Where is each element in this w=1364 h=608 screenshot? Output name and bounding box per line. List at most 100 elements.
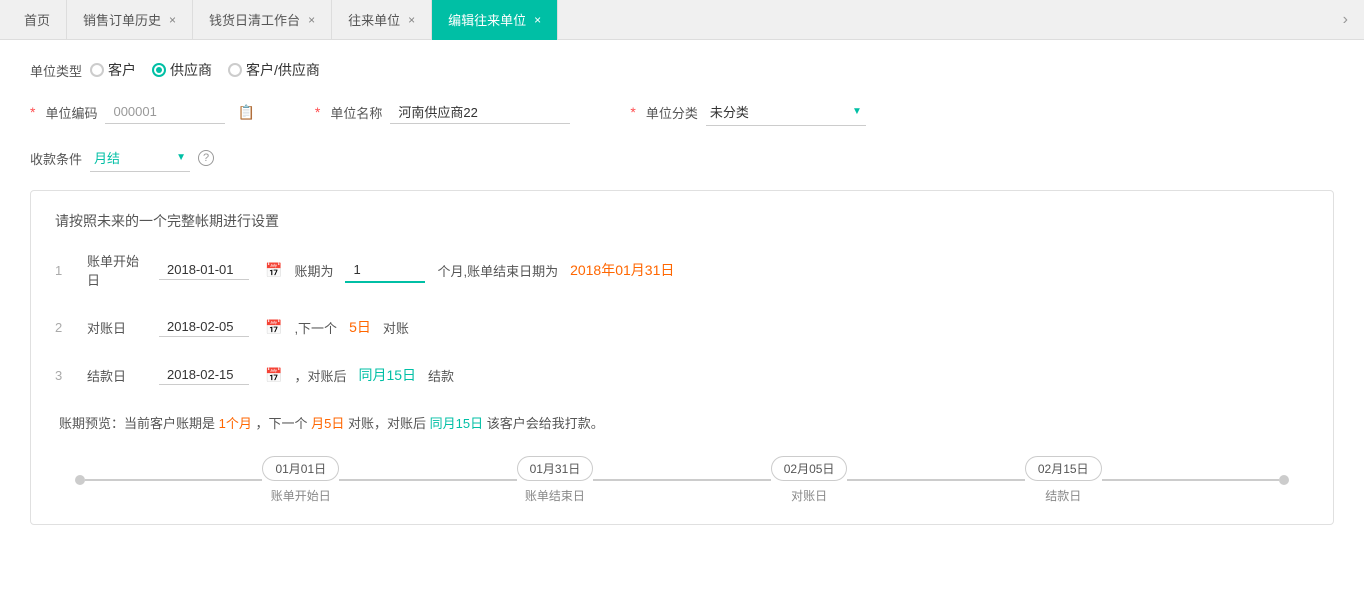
unit-code-group: * 单位编码 📋: [30, 100, 255, 124]
unit-name-required: *: [315, 104, 320, 120]
tab-home[interactable]: 首页: [8, 0, 67, 40]
period-date-1: 2018-01-01: [159, 260, 249, 280]
radio-supplier[interactable]: 供应商: [152, 60, 212, 80]
tab-edit-partner-close[interactable]: ×: [534, 13, 541, 27]
preview-connector2: 对账，对账后: [348, 416, 426, 431]
tab-bar: 首页 销售订单历史 × 钱货日清工作台 × 往来单位 × 编辑往来单位 × ›: [0, 0, 1364, 40]
preview-connector1: ，下一个: [256, 416, 308, 431]
timeline-label-2: 账单结束日: [525, 487, 585, 504]
payment-terms-label: 收款条件: [30, 149, 82, 168]
radio-customer[interactable]: 客户: [90, 60, 136, 80]
period-desc-suffix-1: 个月,账单结束日期为: [437, 261, 558, 280]
payment-terms-dropdown[interactable]: 月结 ▼: [90, 144, 190, 172]
radio-customer-label: 客户: [108, 60, 136, 80]
period-desc-2b: 对账: [383, 318, 409, 337]
timeline-label-1: 账单开始日: [271, 487, 331, 504]
payment-terms-row: 收款条件 月结 ▼ ?: [30, 144, 1334, 172]
unit-category-required: *: [630, 104, 635, 120]
unit-info-row: * 单位编码 📋 * 单位名称 * 单位分类 未分类 ▼: [30, 98, 1334, 126]
period-desc-3b: 结款: [428, 366, 454, 385]
payment-terms-group: 收款条件 月结 ▼ ?: [30, 144, 214, 172]
tab-cash-workbench[interactable]: 钱货日清工作台 ×: [193, 0, 332, 40]
period-value-input[interactable]: [345, 258, 425, 283]
period-label-1: 账单开始日: [87, 251, 147, 289]
period-payment-day-highlight: 同月15日: [358, 365, 416, 385]
period-desc-3a: ，对账后: [294, 366, 346, 385]
preview-part3: 同月15日: [430, 416, 483, 431]
radio-customer-supplier-circle: [228, 63, 242, 77]
period-calendar-icon-3[interactable]: 📅: [265, 367, 282, 384]
tab-partners-label: 往来单位: [348, 10, 400, 29]
tab-sales-history[interactable]: 销售订单历史 ×: [67, 0, 193, 40]
timeline-badge-4: 02月15日: [1025, 456, 1102, 481]
timeline-badge-3: 02月05日: [771, 456, 848, 481]
period-instruction: 请按照未来的一个完整帐期进行设置: [55, 211, 1309, 231]
period-label-3: 结款日: [87, 366, 147, 385]
preview-suffix: 该客户会给我打款。: [487, 416, 604, 431]
tab-partners-close[interactable]: ×: [408, 13, 415, 27]
period-num-2: 2: [55, 320, 75, 335]
unit-code-input[interactable]: [105, 100, 225, 124]
tab-edit-partner[interactable]: 编辑往来单位 ×: [432, 0, 558, 40]
period-reconcile-day-highlight: 5日: [349, 317, 371, 337]
unit-type-label: 单位类型: [30, 61, 82, 80]
unit-category-arrow-icon: ▼: [852, 106, 862, 117]
period-row-1: 1 账单开始日 2018-01-01 📅 账期为 个月,账单结束日期为 2018…: [55, 251, 1309, 289]
tab-sales-history-label: 销售订单历史: [83, 10, 161, 29]
period-desc-2a: ,下一个: [294, 318, 337, 337]
unit-code-icon[interactable]: 📋: [237, 104, 254, 121]
unit-category-dropdown[interactable]: 未分类 ▼: [706, 98, 866, 126]
tab-sales-history-close[interactable]: ×: [169, 13, 176, 27]
radio-supplier-circle: [152, 63, 166, 77]
tab-cash-workbench-label: 钱货日清工作台: [209, 10, 300, 29]
unit-type-row: 单位类型 客户 供应商 客户/供应商: [30, 60, 1334, 80]
radio-customer-circle: [90, 63, 104, 77]
unit-name-input[interactable]: [390, 100, 570, 124]
preview-part1: 1个月: [219, 416, 252, 431]
payment-terms-value: 月结: [94, 148, 172, 167]
timeline-start-dot: [75, 475, 85, 485]
timeline-node-3: 02月05日 对账日: [771, 456, 848, 504]
preview-part2: 月5日: [311, 416, 344, 431]
timeline-line-2: [339, 479, 516, 481]
tab-edit-partner-label: 编辑往来单位: [448, 10, 526, 29]
timeline-end-dot: [1279, 475, 1289, 485]
period-end-date-highlight: 2018年01月31日: [570, 260, 674, 280]
period-row-3: 3 结款日 2018-02-15 📅 ，对账后 同月15日 结款: [55, 365, 1309, 385]
timeline-label-4: 结款日: [1045, 487, 1081, 504]
timeline-node-2: 01月31日 账单结束日: [517, 456, 594, 504]
tab-home-label: 首页: [24, 10, 50, 29]
unit-code-label: 单位编码: [45, 103, 97, 122]
unit-type-group: 单位类型 客户 供应商 客户/供应商: [30, 60, 320, 80]
unit-category-value: 未分类: [710, 102, 848, 121]
payment-terms-help-icon[interactable]: ?: [198, 150, 214, 166]
timeline-line-5: [1102, 479, 1279, 481]
timeline: 01月01日 账单开始日 01月31日 账单结束日 02月05日 对账日: [75, 456, 1289, 504]
period-num-1: 1: [55, 263, 75, 278]
radio-customer-supplier-label: 客户/供应商: [246, 60, 320, 80]
unit-code-required: *: [30, 104, 35, 120]
preview-section: 账期预览：当前客户账期是 1个月 ，下一个 月5日 对账，对账后 同月15日 该…: [55, 413, 1309, 432]
timeline-line-1: [85, 479, 262, 481]
tab-cash-workbench-close[interactable]: ×: [308, 13, 315, 27]
period-row-2: 2 对账日 2018-02-05 📅 ,下一个 5日 对账: [55, 317, 1309, 337]
timeline-badge-2: 01月31日: [517, 456, 594, 481]
timeline-wrapper: 01月01日 账单开始日 01月31日 账单结束日 02月05日 对账日: [55, 456, 1309, 504]
tab-partners[interactable]: 往来单位 ×: [332, 0, 432, 40]
period-card: 请按照未来的一个完整帐期进行设置 1 账单开始日 2018-01-01 📅 账期…: [30, 190, 1334, 525]
radio-customer-supplier[interactable]: 客户/供应商: [228, 60, 320, 80]
tab-more-button[interactable]: ›: [1335, 11, 1356, 29]
preview-label: 账期预览：当前客户账期是: [59, 416, 215, 431]
period-calendar-icon-1[interactable]: 📅: [265, 262, 282, 279]
timeline-node-1: 01月01日 账单开始日: [262, 456, 339, 504]
timeline-line-4: [847, 479, 1024, 481]
period-desc-prefix-1: 账期为: [294, 261, 333, 280]
unit-category-group: * 单位分类 未分类 ▼: [630, 98, 865, 126]
period-calendar-icon-2[interactable]: 📅: [265, 319, 282, 336]
period-date-3: 2018-02-15: [159, 365, 249, 385]
timeline-line-3: [593, 479, 770, 481]
timeline-node-4: 02月15日 结款日: [1025, 456, 1102, 504]
payment-terms-arrow-icon: ▼: [176, 152, 186, 163]
timeline-badge-1: 01月01日: [262, 456, 339, 481]
period-date-2: 2018-02-05: [159, 317, 249, 337]
